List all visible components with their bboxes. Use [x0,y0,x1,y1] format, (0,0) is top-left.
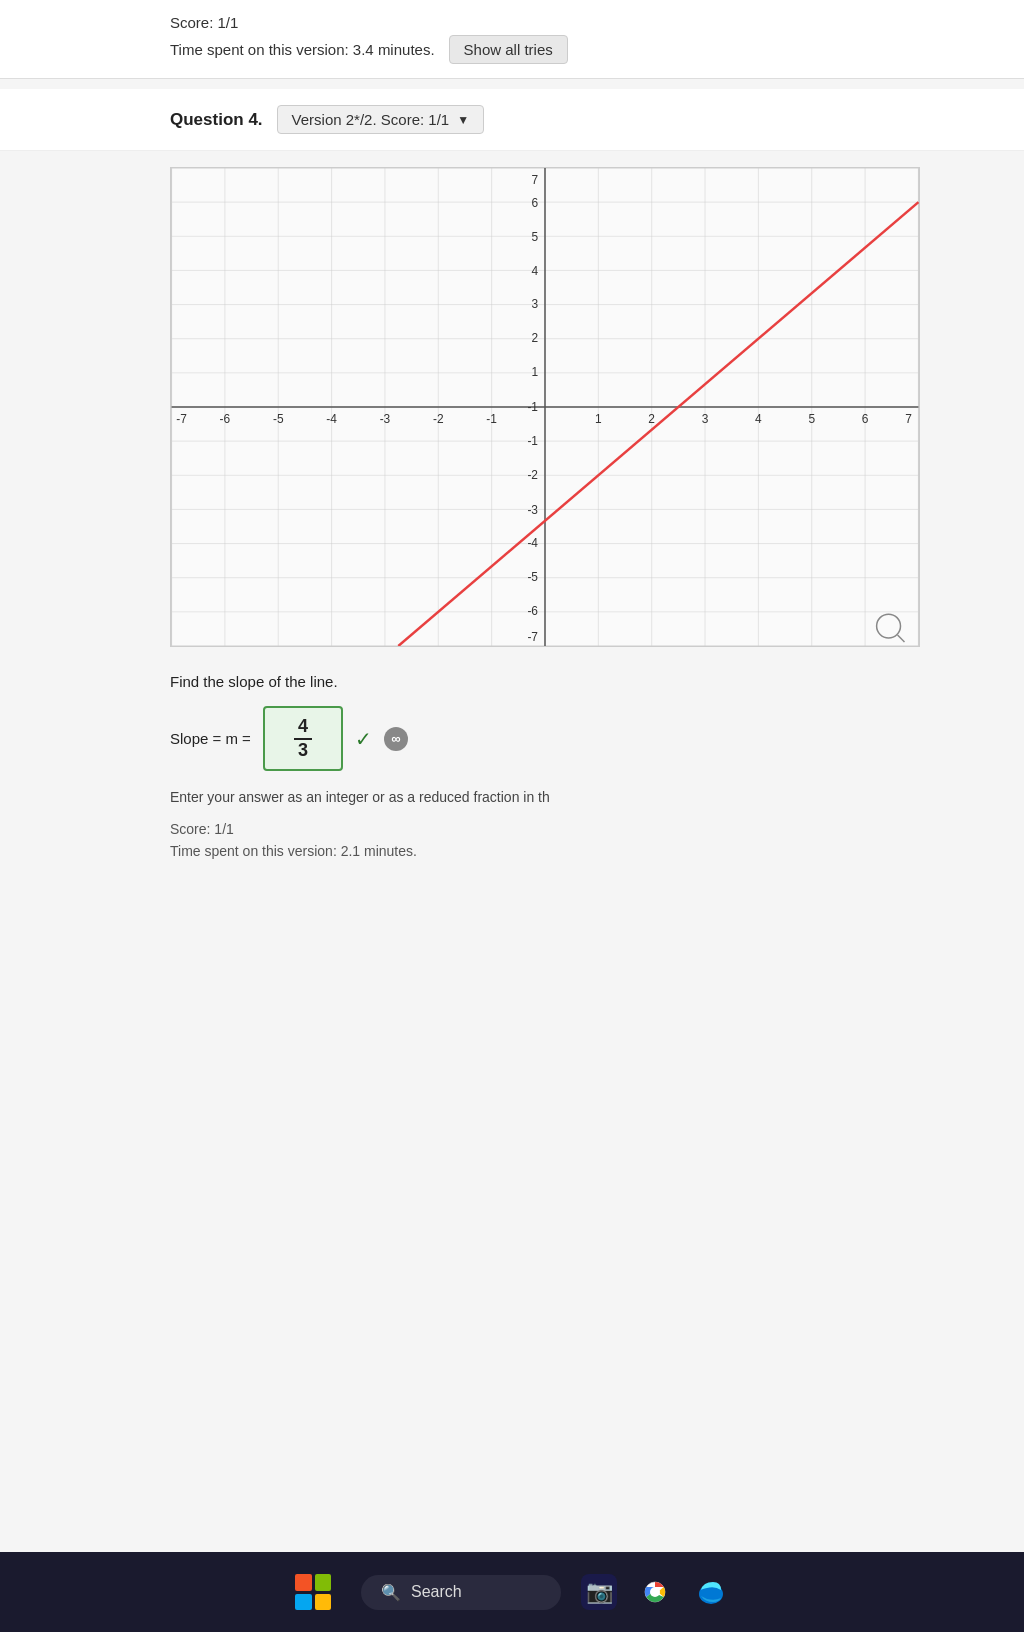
svg-text:7: 7 [531,173,538,187]
top-time-line: Time spent on this version: 3.4 minutes.… [170,35,1004,64]
svg-text:-3: -3 [380,412,391,426]
fraction: 4 3 [294,716,312,761]
svg-point-62 [650,1587,660,1597]
show-all-tries-button[interactable]: Show all tries [449,35,568,64]
svg-text:-2: -2 [527,468,538,482]
question-header: Question 4. Version 2*/2. Score: 1/1 ▼ [0,89,1024,151]
svg-text:5: 5 [808,412,815,426]
version-badge[interactable]: Version 2*/2. Score: 1/1 ▼ [277,105,485,134]
windows-quad-3 [295,1594,312,1611]
search-label: Search [411,1583,462,1601]
slope-label: Slope = m = [170,730,251,747]
search-bar[interactable]: 🔍 Search [361,1575,561,1610]
bottom-score: Score: 1/1 [0,811,1024,841]
svg-text:-5: -5 [273,412,284,426]
edge-icon[interactable] [693,1574,729,1610]
fraction-denominator: 3 [294,740,312,762]
start-button[interactable] [295,1574,331,1610]
svg-text:-6: -6 [220,412,231,426]
svg-text:-3: -3 [527,503,538,517]
taskbar: 🔍 Search 📷 [0,1552,1024,1632]
graph-svg: -1 -2 -3 -4 -5 -6 -7 1 2 3 4 5 6 7 -1 1 … [171,168,919,646]
windows-icon [295,1574,331,1610]
bottom-time: Time spent on this version: 2.1 minutes. [0,841,1024,869]
svg-text:-5: -5 [527,570,538,584]
svg-text:6: 6 [531,196,538,210]
question-text: Find the slope of the line. [0,663,1024,696]
svg-text:2: 2 [648,412,655,426]
svg-text:3: 3 [531,297,538,311]
windows-quad-1 [295,1574,312,1591]
svg-text:-2: -2 [433,412,444,426]
windows-quad-2 [315,1574,332,1591]
top-section: Score: 1/1 Time spent on this version: 3… [0,0,1024,79]
fraction-numerator: 4 [294,716,312,740]
answer-row: Slope = m = 4 3 ✓ ∞ [0,696,1024,781]
svg-text:1: 1 [595,412,602,426]
svg-text:-7: -7 [527,630,538,644]
svg-text:-1: -1 [527,434,538,448]
hint-text: Enter your answer as an integer or as a … [0,781,1024,811]
edge-svg [693,1574,729,1610]
chevron-down-icon: ▼ [457,113,469,127]
info-icon[interactable]: ∞ [384,727,408,751]
top-score: Score: 1/1 [170,14,1004,31]
svg-text:-4: -4 [326,412,337,426]
svg-text:6: 6 [862,412,869,426]
svg-text:2: 2 [531,331,538,345]
svg-text:-1: -1 [527,400,538,414]
chrome-svg [637,1574,673,1610]
svg-text:-6: -6 [527,604,538,618]
svg-text:3: 3 [702,412,709,426]
question-label: Question 4. [170,110,263,130]
top-time-text: Time spent on this version: 3.4 minutes. [170,41,435,58]
svg-text:4: 4 [755,412,762,426]
svg-text:-1: -1 [486,412,497,426]
info-symbol: ∞ [391,731,400,746]
chrome-icon[interactable] [637,1574,673,1610]
svg-text:5: 5 [531,230,538,244]
graph-container: -1 -2 -3 -4 -5 -6 -7 1 2 3 4 5 6 7 -1 1 … [170,167,920,647]
svg-text:1: 1 [531,365,538,379]
version-text: Version 2*/2. Score: 1/1 [292,111,450,128]
answer-box: 4 3 [263,706,343,771]
svg-text:7: 7 [905,412,912,426]
svg-text:-4: -4 [527,536,538,550]
windows-quad-4 [315,1594,332,1611]
svg-text:4: 4 [531,264,538,278]
check-icon: ✓ [355,727,372,751]
svg-text:-7: -7 [176,412,187,426]
camera-icon[interactable]: 📷 [581,1574,617,1610]
camera-symbol: 📷 [586,1579,613,1605]
main-content: Score: 1/1 Time spent on this version: 3… [0,0,1024,1552]
search-icon: 🔍 [381,1583,401,1602]
